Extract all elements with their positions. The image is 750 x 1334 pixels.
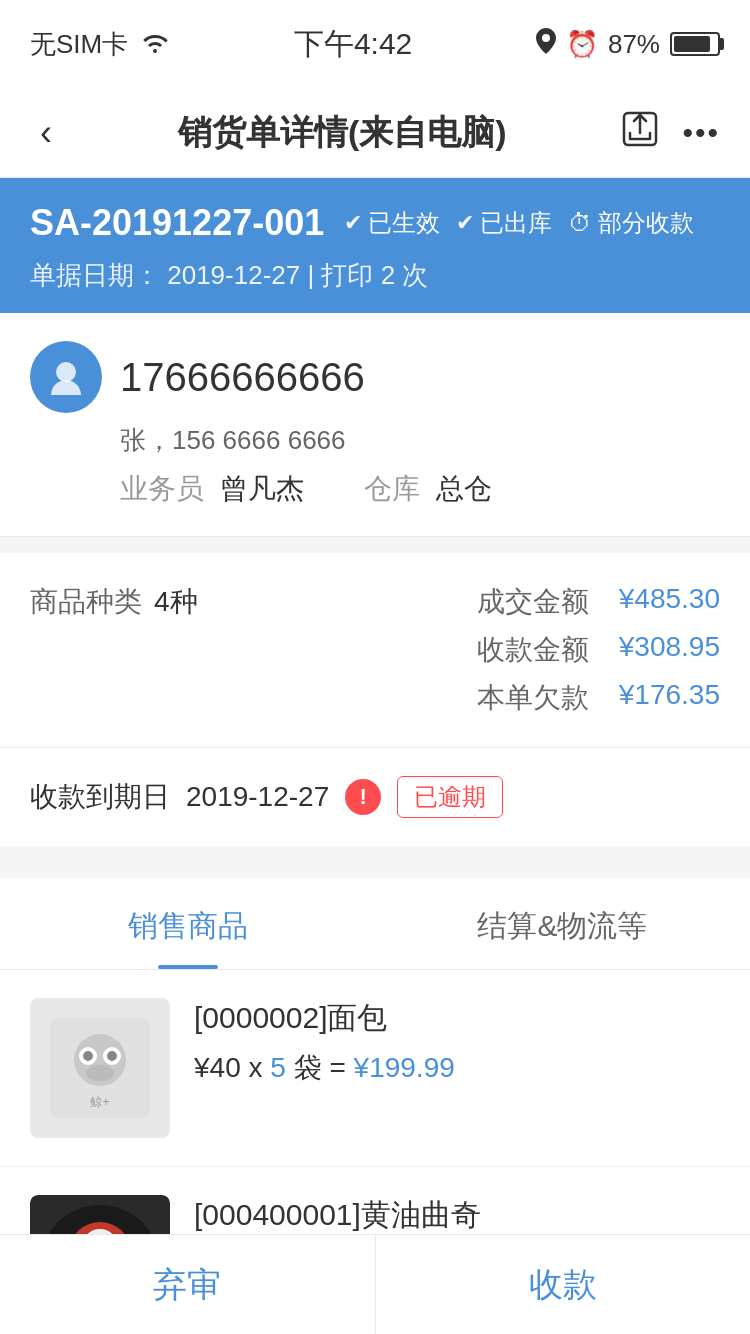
status-time: 下午4:42	[294, 24, 412, 65]
order-id: SA-20191227-001	[30, 202, 324, 244]
alarm-icon: ⏰	[566, 29, 598, 60]
svg-text:鲸+: 鲸+	[90, 1095, 109, 1109]
product-tabs: 销售商品 结算&物流等	[0, 878, 750, 970]
product-total-1: ¥199.99	[354, 1052, 455, 1083]
status-right: ⏰ 87%	[536, 28, 720, 61]
page-title: 销货单详情(来自电脑)	[178, 110, 507, 156]
product-thumbnail-1: 鲸+	[30, 998, 170, 1138]
share-icon[interactable]	[622, 111, 658, 155]
category-label: 商品种类	[30, 583, 142, 621]
product-name-2: [000400001]黄油曲奇	[194, 1195, 720, 1236]
battery-icon	[670, 32, 720, 56]
svg-point-6	[83, 1051, 93, 1061]
due-date-value: 2019-12-27	[186, 781, 329, 813]
bottom-action-bar: 弃审 收款	[0, 1234, 750, 1334]
product-price-1: ¥40 x 5 袋 = ¥199.99	[194, 1049, 720, 1087]
status-bar: 无SIM卡 下午4:42 ⏰ 87%	[0, 0, 750, 88]
order-header-banner: SA-20191227-001 ✔ 已生效 ✔ 已出库 ⏱ 部分收款 单据日期：…	[0, 178, 750, 313]
deal-amount-label: 成交金额	[477, 583, 589, 621]
warehouse-value: 总仓	[436, 470, 492, 508]
collect-payment-button[interactable]: 收款	[376, 1235, 751, 1334]
svg-point-1	[56, 362, 76, 382]
svg-point-7	[107, 1051, 117, 1061]
battery-percent: 87%	[608, 29, 660, 60]
due-date-label: 收款到期日	[30, 778, 170, 816]
category-value: 4种	[154, 583, 198, 621]
salesperson-label: 业务员	[120, 470, 204, 508]
product-qty-1: 5	[270, 1052, 286, 1083]
check-icon-2: ✔	[456, 210, 474, 236]
collected-label: 收款金额	[477, 631, 589, 669]
warehouse-label: 仓库	[364, 470, 420, 508]
carrier-text: 无SIM卡	[30, 27, 128, 62]
customer-section: 17666666666 张，156 6666 6666 业务员 曾凡杰 仓库 总…	[0, 313, 750, 537]
owed-label: 本单欠款	[477, 679, 589, 717]
svg-point-8	[86, 1065, 114, 1081]
list-item: 鲸+ [0000002]面包 ¥40 x 5 袋 = ¥199.99	[0, 970, 750, 1167]
divider-1	[0, 537, 750, 553]
back-button[interactable]: ‹	[30, 102, 62, 164]
order-date-info: 单据日期： 2019-12-27 | 打印 2 次	[30, 258, 720, 293]
tab-settlement-logistics[interactable]: 结算&物流等	[375, 878, 750, 969]
badge-partial-payment: ⏱ 部分收款	[568, 207, 694, 239]
tab-sales-products[interactable]: 销售商品	[0, 878, 375, 969]
customer-avatar	[30, 341, 102, 413]
order-summary: 商品种类 4种 成交金额 ¥485.30 收款金额 ¥308.95 本单欠款 ¥…	[0, 553, 750, 748]
customer-name: 张，156 6666 6666	[120, 423, 720, 458]
wifi-icon	[140, 29, 170, 60]
owed-value: ¥176.35	[619, 679, 720, 717]
order-badges: ✔ 已生效 ✔ 已出库 ⏱ 部分收款	[344, 207, 694, 239]
status-left: 无SIM卡	[30, 27, 170, 62]
cancel-review-button[interactable]: 弃审	[0, 1235, 376, 1334]
due-date-section: 收款到期日 2019-12-27 ! 已逾期	[0, 748, 750, 846]
nav-bar: ‹ 销货单详情(来自电脑) •••	[0, 88, 750, 178]
badge-effective: ✔ 已生效	[344, 207, 440, 239]
customer-phone: 17666666666	[120, 355, 365, 400]
customer-meta: 业务员 曾凡杰 仓库 总仓	[120, 470, 720, 508]
product-name-1: [0000002]面包	[194, 998, 720, 1039]
badge-shipped: ✔ 已出库	[456, 207, 552, 239]
salesperson-value: 曾凡杰	[220, 470, 304, 508]
product-info-1: [0000002]面包 ¥40 x 5 袋 = ¥199.99	[194, 998, 720, 1138]
deal-amount-value: ¥485.30	[619, 583, 720, 621]
nav-actions: •••	[622, 111, 720, 155]
clock-icon: ⏱	[568, 209, 592, 237]
divider-2	[0, 846, 750, 862]
overdue-warning-icon: !	[345, 779, 381, 815]
location-icon	[536, 28, 556, 61]
collected-value: ¥308.95	[619, 631, 720, 669]
check-icon: ✔	[344, 210, 362, 236]
more-icon[interactable]: •••	[682, 116, 720, 150]
overdue-badge: 已逾期	[397, 776, 503, 818]
